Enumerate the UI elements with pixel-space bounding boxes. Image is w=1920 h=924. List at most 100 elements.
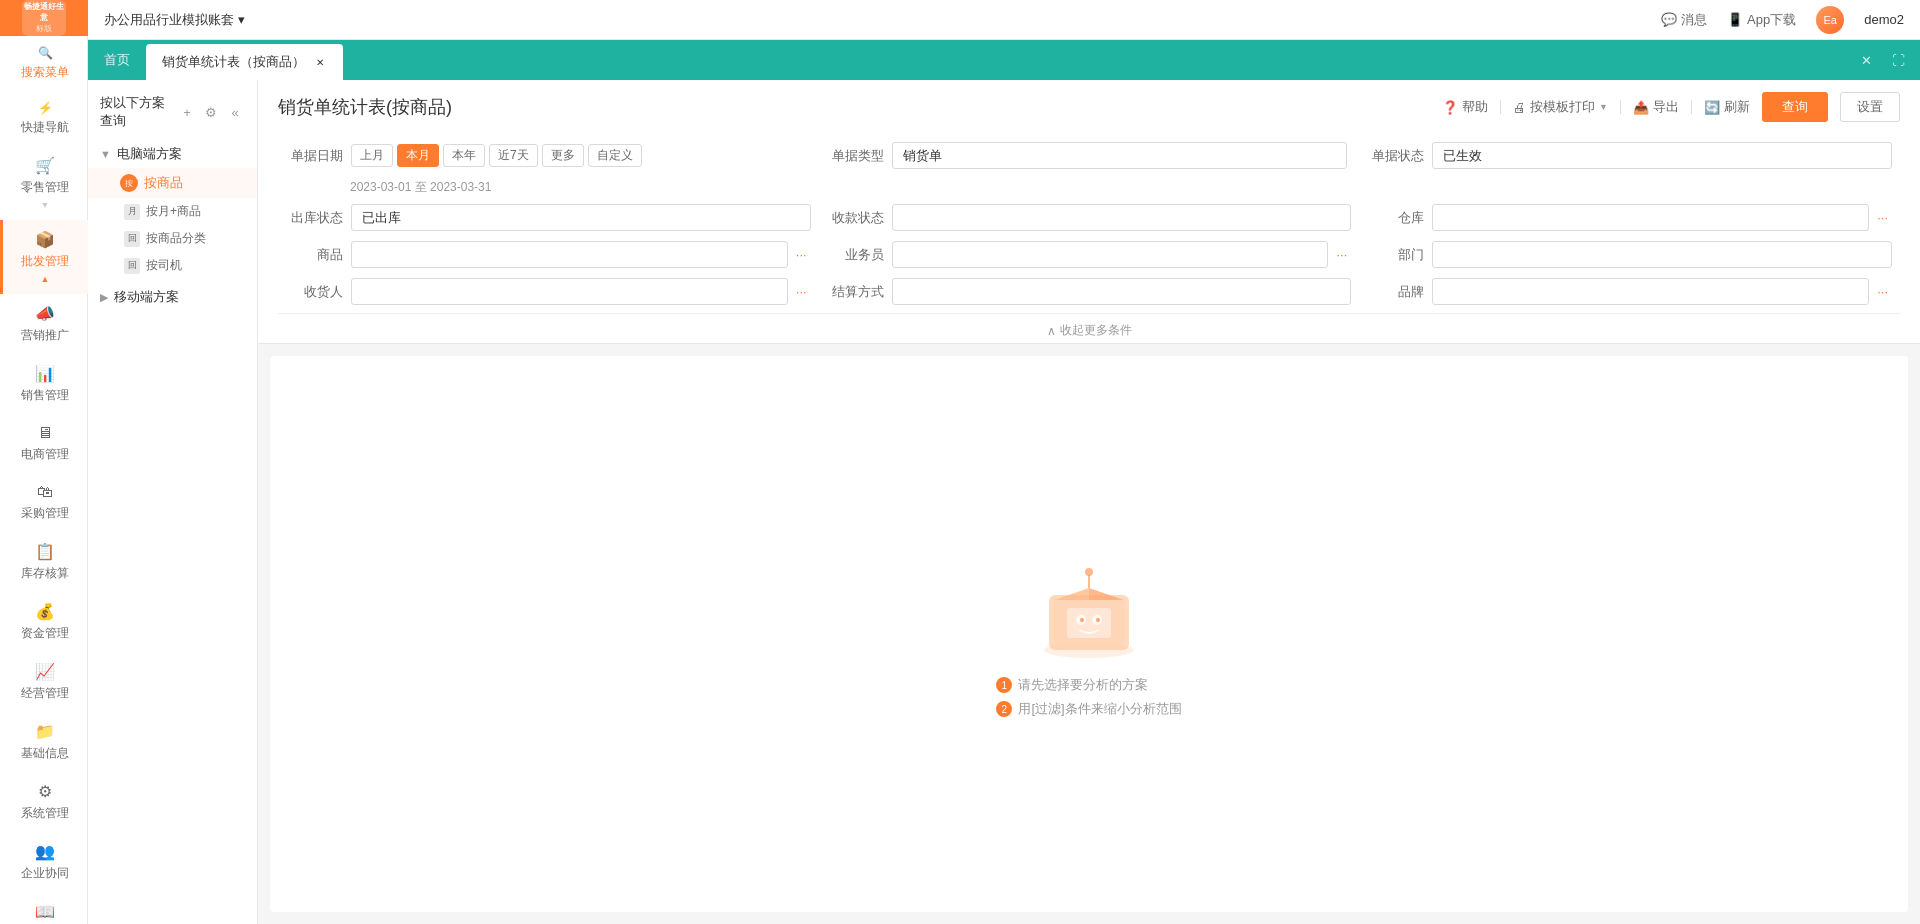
app-logo[interactable]: 畅捷通好生意 标版 [0, 0, 88, 36]
sidebar-item-finance[interactable]: 💰 资金管理 [0, 592, 88, 652]
add-scheme-btn[interactable]: + [177, 102, 197, 122]
home-tab-label: 首页 [104, 51, 130, 69]
operations-icon: 📈 [35, 662, 55, 681]
sidebar-search[interactable]: 🔍 搜索菜单 [0, 36, 88, 91]
scheme-item-by-goods[interactable]: 按 按商品 [88, 168, 257, 198]
doc-type-content: 销货单 [892, 142, 1352, 169]
finance-label: 资金管理 [21, 625, 69, 642]
sidebar-item-enterprise[interactable]: 👥 企业协同 [0, 832, 88, 892]
sales-stat-tab-label: 销货单统计表（按商品） [162, 53, 305, 71]
close-all-tabs-btn[interactable]: ✕ [1852, 46, 1880, 74]
retail-icon: 🛒 [35, 156, 55, 175]
out-status-label: 出库状态 [286, 209, 351, 227]
sidebar-item-basic[interactable]: 📁 基础信息 [0, 712, 88, 772]
wholesale-icon: 📦 [35, 230, 55, 249]
sidebar-item-system[interactable]: ⚙ 系统管理 [0, 772, 88, 832]
receiver-label: 收货人 [286, 283, 351, 301]
query-btn[interactable]: 查询 [1762, 92, 1828, 122]
scheme-group-mobile-header[interactable]: ▶ 移动端方案 [88, 283, 257, 311]
scheme-settings-btn[interactable]: ⚙ [201, 102, 221, 122]
enterprise-label: 企业协同 [21, 865, 69, 882]
industry-selector[interactable]: 办公用品行业模拟账套 ▾ [104, 11, 245, 29]
collapse-row[interactable]: ∧ 收起更多条件 [278, 313, 1900, 343]
collapse-icon: ∧ [1047, 324, 1056, 338]
hint-2-num: 2 [996, 701, 1012, 717]
this-year-btn[interactable]: 本年 [443, 144, 485, 167]
username[interactable]: demo2 [1864, 12, 1904, 27]
goods-dots[interactable]: ··· [792, 247, 811, 262]
last-month-btn[interactable]: 上月 [351, 144, 393, 167]
scheme-panel-title: 按以下方案查询 [100, 94, 177, 130]
inventory-icon: 📋 [35, 542, 55, 561]
refresh-btn[interactable]: 🔄 刷新 [1704, 98, 1750, 116]
doc-status-select[interactable]: 已生效 [1432, 142, 1892, 169]
refresh-icon: 🔄 [1704, 100, 1720, 115]
date-range-display: 2023-03-01 至 2023-03-31 [278, 179, 1900, 204]
more-date-btn[interactable]: 更多 [542, 144, 584, 167]
warehouse-content: ··· [1432, 204, 1892, 231]
this-month-btn[interactable]: 本月 [397, 144, 439, 167]
sidebar-item-retail[interactable]: 🛒 零售管理 ▼ [0, 146, 88, 220]
tutorial-icon: 📖 [35, 902, 55, 921]
warehouse-input[interactable] [1432, 204, 1869, 231]
receiver-dots[interactable]: ··· [792, 284, 811, 299]
salesperson-cell: 业务员 ··· [819, 241, 1360, 268]
action-divider-3 [1691, 100, 1692, 114]
maximize-btn[interactable]: ⛶ [1884, 46, 1912, 74]
tab-sales-stat[interactable]: 销货单统计表（按商品） ✕ [146, 44, 343, 80]
help-btn[interactable]: ❓ 帮助 [1442, 98, 1488, 116]
export-icon: 📤 [1633, 100, 1649, 115]
sidebar-item-purchase[interactable]: 🛍 采购管理 [0, 473, 88, 532]
driver-label: 按司机 [146, 257, 182, 274]
hint-1-text: 请先选择要分析的方案 [1018, 676, 1148, 694]
desktop-group-header[interactable]: ▼ 电脑端方案 [88, 140, 257, 168]
goods-input[interactable] [351, 241, 788, 268]
payment-status-select[interactable] [892, 204, 1352, 231]
action-divider-2 [1620, 100, 1621, 114]
settings-btn[interactable]: 设置 [1840, 92, 1900, 122]
print-btn[interactable]: 🖨 按模板打印 ▼ [1513, 98, 1608, 116]
tabbar-actions: ✕ ⛶ [1852, 46, 1920, 74]
sidebar-item-sales[interactable]: 📊 销售管理 [0, 354, 88, 414]
brand-dots[interactable]: ··· [1873, 284, 1892, 299]
main-content-empty: 1 请先选择要分析的方案 2 用[过滤]条件来缩小分析范围 [270, 356, 1908, 912]
last-7-days-btn[interactable]: 近7天 [489, 144, 538, 167]
sidebar-item-ecommerce[interactable]: 🖥 电商管理 [0, 414, 88, 473]
sidebar-item-tutorial[interactable]: 📖 新手引导 [0, 892, 88, 924]
scheme-item-by-category[interactable]: 回 按商品分类 [88, 225, 257, 252]
purchase-label: 采购管理 [21, 505, 69, 522]
retail-expand: ▼ [41, 200, 50, 210]
date-range-text: 2023-03-01 至 2023-03-31 [350, 180, 491, 194]
sidebar-shortcut[interactable]: ⚡ 快捷导航 [0, 91, 88, 146]
dept-select[interactable] [1432, 241, 1892, 268]
sidebar-item-operations[interactable]: 📈 经营管理 [0, 652, 88, 712]
tab-close-btn[interactable]: ✕ [313, 55, 327, 69]
collapse-panel-btn[interactable]: « [225, 102, 245, 122]
user-avatar[interactable]: Ea [1816, 6, 1844, 34]
basic-label: 基础信息 [21, 745, 69, 762]
custom-date-btn[interactable]: 自定义 [588, 144, 642, 167]
right-panel: 销货单统计表(按商品) ❓ 帮助 🖨 按模板打印 ▼ [258, 80, 1920, 924]
scheme-item-by-month-goods[interactable]: 月 按月+商品 [88, 198, 257, 225]
salesperson-dots[interactable]: ··· [1332, 247, 1351, 262]
receiver-input[interactable] [351, 278, 788, 305]
out-status-select[interactable]: 已出库 [351, 204, 811, 231]
sidebar-item-inventory[interactable]: 📋 库存核算 [0, 532, 88, 592]
tab-home[interactable]: 首页 [88, 40, 146, 80]
warehouse-dots[interactable]: ··· [1873, 210, 1892, 225]
action-divider-1 [1500, 100, 1501, 114]
sidebar-item-wholesale[interactable]: 📦 批发管理 ▲ [0, 220, 88, 294]
scheme-item-by-driver[interactable]: 回 按司机 [88, 252, 257, 279]
industry-dropdown-icon: ▾ [238, 12, 245, 27]
message-btn[interactable]: 💬 消息 [1661, 11, 1707, 29]
app-download-btn[interactable]: 📱 App下载 [1727, 11, 1796, 29]
receiver-content: ··· [351, 278, 811, 305]
svg-point-11 [1085, 568, 1093, 576]
sidebar-item-marketing[interactable]: 📣 营销推广 [0, 294, 88, 354]
desktop-group-label: 电脑端方案 [117, 145, 182, 163]
export-btn[interactable]: 📤 导出 [1633, 98, 1679, 116]
brand-input[interactable] [1432, 278, 1869, 305]
settlement-select[interactable] [892, 278, 1352, 305]
salesperson-input[interactable] [892, 241, 1329, 268]
doc-type-select[interactable]: 销货单 [892, 142, 1348, 169]
